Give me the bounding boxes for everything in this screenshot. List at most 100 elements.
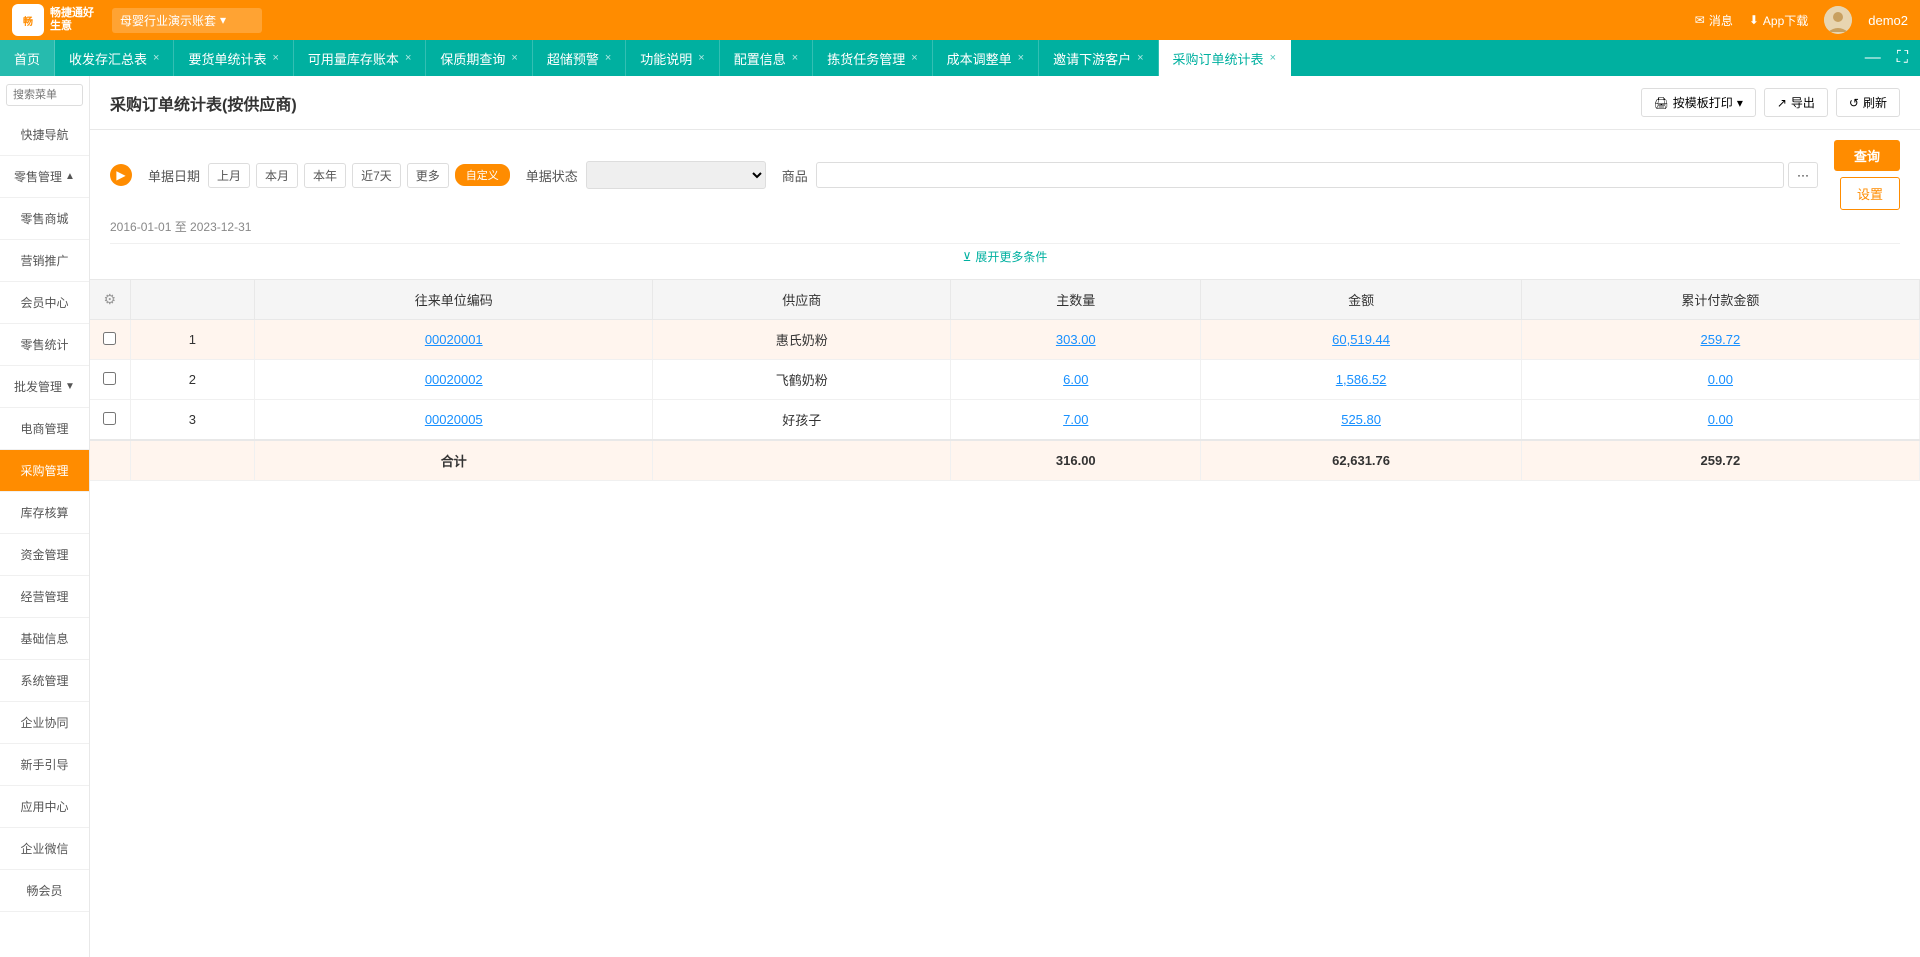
toggle-filter-button[interactable]: ▶ [110, 164, 132, 186]
sidebar-item-operations[interactable]: 经营管理 [0, 576, 89, 618]
expand-row: ⊻ 展开更多条件 [110, 243, 1900, 269]
date-btn-last-month[interactable]: 上月 [208, 163, 250, 188]
sidebar-item-retail-mall[interactable]: 零售商城 [0, 198, 89, 240]
date-btn-7days[interactable]: 近7天 [352, 163, 401, 188]
maximize-icon[interactable]: ⛶ [1893, 45, 1912, 71]
close-icon[interactable]: × [405, 52, 411, 64]
close-icon[interactable]: × [153, 52, 159, 64]
sidebar-item-marketing[interactable]: 营销推广 [0, 240, 89, 282]
message-button[interactable]: ✉ 消息 [1695, 12, 1733, 29]
row-checkbox[interactable] [90, 360, 130, 400]
search-box [0, 76, 89, 114]
gear-icon[interactable]: ⚙ [103, 291, 116, 307]
tab-order-summary[interactable]: 要货单统计表 × [174, 40, 293, 76]
tab-overstock-warning[interactable]: 超储预警 × [533, 40, 626, 76]
close-icon[interactable]: × [605, 52, 611, 64]
row-num: 1 [130, 320, 255, 360]
sidebar-item-enterprise[interactable]: 企业协同 [0, 702, 89, 744]
row-checkbox[interactable] [90, 400, 130, 441]
row-amount[interactable]: 60,519.44 [1201, 320, 1521, 360]
print-button[interactable]: 🖨 按模板打印 ▾ [1641, 88, 1756, 117]
date-btn-this-year[interactable]: 本年 [304, 163, 346, 188]
close-icon[interactable]: × [1137, 52, 1143, 64]
close-icon[interactable]: × [698, 52, 704, 64]
close-icon[interactable]: × [272, 52, 278, 64]
row-amount[interactable]: 525.80 [1201, 400, 1521, 441]
refresh-button[interactable]: ↺ 刷新 [1836, 88, 1900, 117]
date-btn-custom[interactable]: 自定义 [455, 164, 510, 186]
th-checkbox: ⚙ [90, 280, 130, 320]
sidebar-item-inventory[interactable]: 库存核算 [0, 492, 89, 534]
sidebar-item-member[interactable]: 会员中心 [0, 282, 89, 324]
tab-invite-downstream[interactable]: 邀请下游客户 × [1039, 40, 1158, 76]
row-amount[interactable]: 1,586.52 [1201, 360, 1521, 400]
date-filter-group: 单据日期 上月 本月 本年 近7天 更多 自定义 [148, 163, 510, 188]
sidebar-item-app-center[interactable]: 应用中心 [0, 786, 89, 828]
row-paid-amount[interactable]: 0.00 [1521, 400, 1919, 441]
th-supplier-code: 往来单位编码 [255, 280, 653, 320]
expand-down-icon: ⊻ [963, 250, 972, 264]
row-checkbox[interactable] [90, 320, 130, 360]
close-icon[interactable]: × [1018, 52, 1024, 64]
minimize-icon[interactable]: — [1861, 45, 1885, 71]
tab-purchase-summary[interactable]: 采购订单统计表 × [1159, 40, 1291, 76]
chevron-down-icon: ▾ [1737, 96, 1743, 110]
row-supplier-code[interactable]: 00020001 [255, 320, 653, 360]
close-icon[interactable]: × [511, 52, 517, 64]
logo-text: 畅捷通好生意 [50, 7, 102, 33]
close-icon[interactable]: × [911, 52, 917, 64]
tab-function-desc[interactable]: 功能说明 × [626, 40, 719, 76]
user-name[interactable]: demo2 [1868, 13, 1908, 28]
date-btn-more[interactable]: 更多 [407, 163, 449, 188]
sidebar-item-quick-nav[interactable]: 快捷导航 [0, 114, 89, 156]
tab-pick-task[interactable]: 拣货任务管理 × [813, 40, 932, 76]
sidebar-item-wholesale[interactable]: 批发管理 ▼ [0, 366, 89, 408]
sidebar-item-system[interactable]: 系统管理 [0, 660, 89, 702]
row-main-qty[interactable]: 7.00 [951, 400, 1201, 441]
goods-ellipsis-button[interactable]: ··· [1788, 162, 1818, 188]
goods-label: 商品 [782, 166, 808, 185]
query-button[interactable]: 查询 [1834, 140, 1900, 171]
tab-home[interactable]: 首页 [0, 40, 55, 76]
sidebar-item-ecommerce[interactable]: 电商管理 [0, 408, 89, 450]
row-main-qty[interactable]: 303.00 [951, 320, 1201, 360]
tab-warranty-query[interactable]: 保质期查询 × [426, 40, 532, 76]
goods-input[interactable] [816, 162, 1784, 188]
sidebar-item-base-info[interactable]: 基础信息 [0, 618, 89, 660]
tab-cost-adjust[interactable]: 成本调整单 × [933, 40, 1039, 76]
tab-cost-adjust-label: 成本调整单 [947, 49, 1012, 68]
close-icon[interactable]: × [1270, 52, 1276, 64]
row-paid-amount[interactable]: 259.72 [1521, 320, 1919, 360]
sidebar-item-purchase[interactable]: 采购管理 [0, 450, 89, 492]
row-main-qty[interactable]: 6.00 [951, 360, 1201, 400]
workspace-selector[interactable]: 母婴行业演示账套 ▾ [112, 8, 262, 33]
row-num: 3 [130, 400, 255, 441]
date-btn-this-month[interactable]: 本月 [256, 163, 298, 188]
tab-receipt-summary[interactable]: 收发存汇总表 × [55, 40, 174, 76]
app-download-button[interactable]: ⬇ App下载 [1749, 12, 1808, 29]
expand-button[interactable]: ⊻ 展开更多条件 [963, 248, 1048, 265]
tab-inventory-ledger-label: 可用量库存账本 [308, 49, 399, 68]
date-label: 单据日期 [148, 166, 200, 185]
close-icon[interactable]: × [792, 52, 798, 64]
row-supplier-code[interactable]: 00020002 [255, 360, 653, 400]
tab-inventory-ledger[interactable]: 可用量库存账本 × [294, 40, 426, 76]
table-container: ⚙ 往来单位编码 供应商 主数量 金额 累计付款金额 1 00020001 惠氏… [90, 280, 1920, 957]
sidebar-item-enterprise-wx[interactable]: 企业微信 [0, 828, 89, 870]
footer-row-num [130, 440, 255, 481]
export-button[interactable]: ↗ 导出 [1764, 88, 1828, 117]
th-paid-amount: 累计付款金额 [1521, 280, 1919, 320]
tab-config-info[interactable]: 配置信息 × [720, 40, 813, 76]
sidebar-item-new-guide[interactable]: 新手引导 [0, 744, 89, 786]
sidebar-item-retail-stats[interactable]: 零售统计 [0, 324, 89, 366]
sidebar-item-finance[interactable]: 资金管理 [0, 534, 89, 576]
status-select[interactable] [586, 161, 766, 189]
row-paid-amount[interactable]: 0.00 [1521, 360, 1919, 400]
sidebar-item-vip[interactable]: 畅会员 [0, 870, 89, 912]
settings-button[interactable]: 设置 [1840, 177, 1900, 210]
table-row: 2 00020002 飞鹤奶粉 6.00 1,586.52 0.00 [90, 360, 1920, 400]
search-input[interactable] [6, 84, 83, 106]
row-supplier-code[interactable]: 00020005 [255, 400, 653, 441]
avatar [1824, 6, 1852, 34]
sidebar-item-retail[interactable]: 零售管理 ▲ [0, 156, 89, 198]
